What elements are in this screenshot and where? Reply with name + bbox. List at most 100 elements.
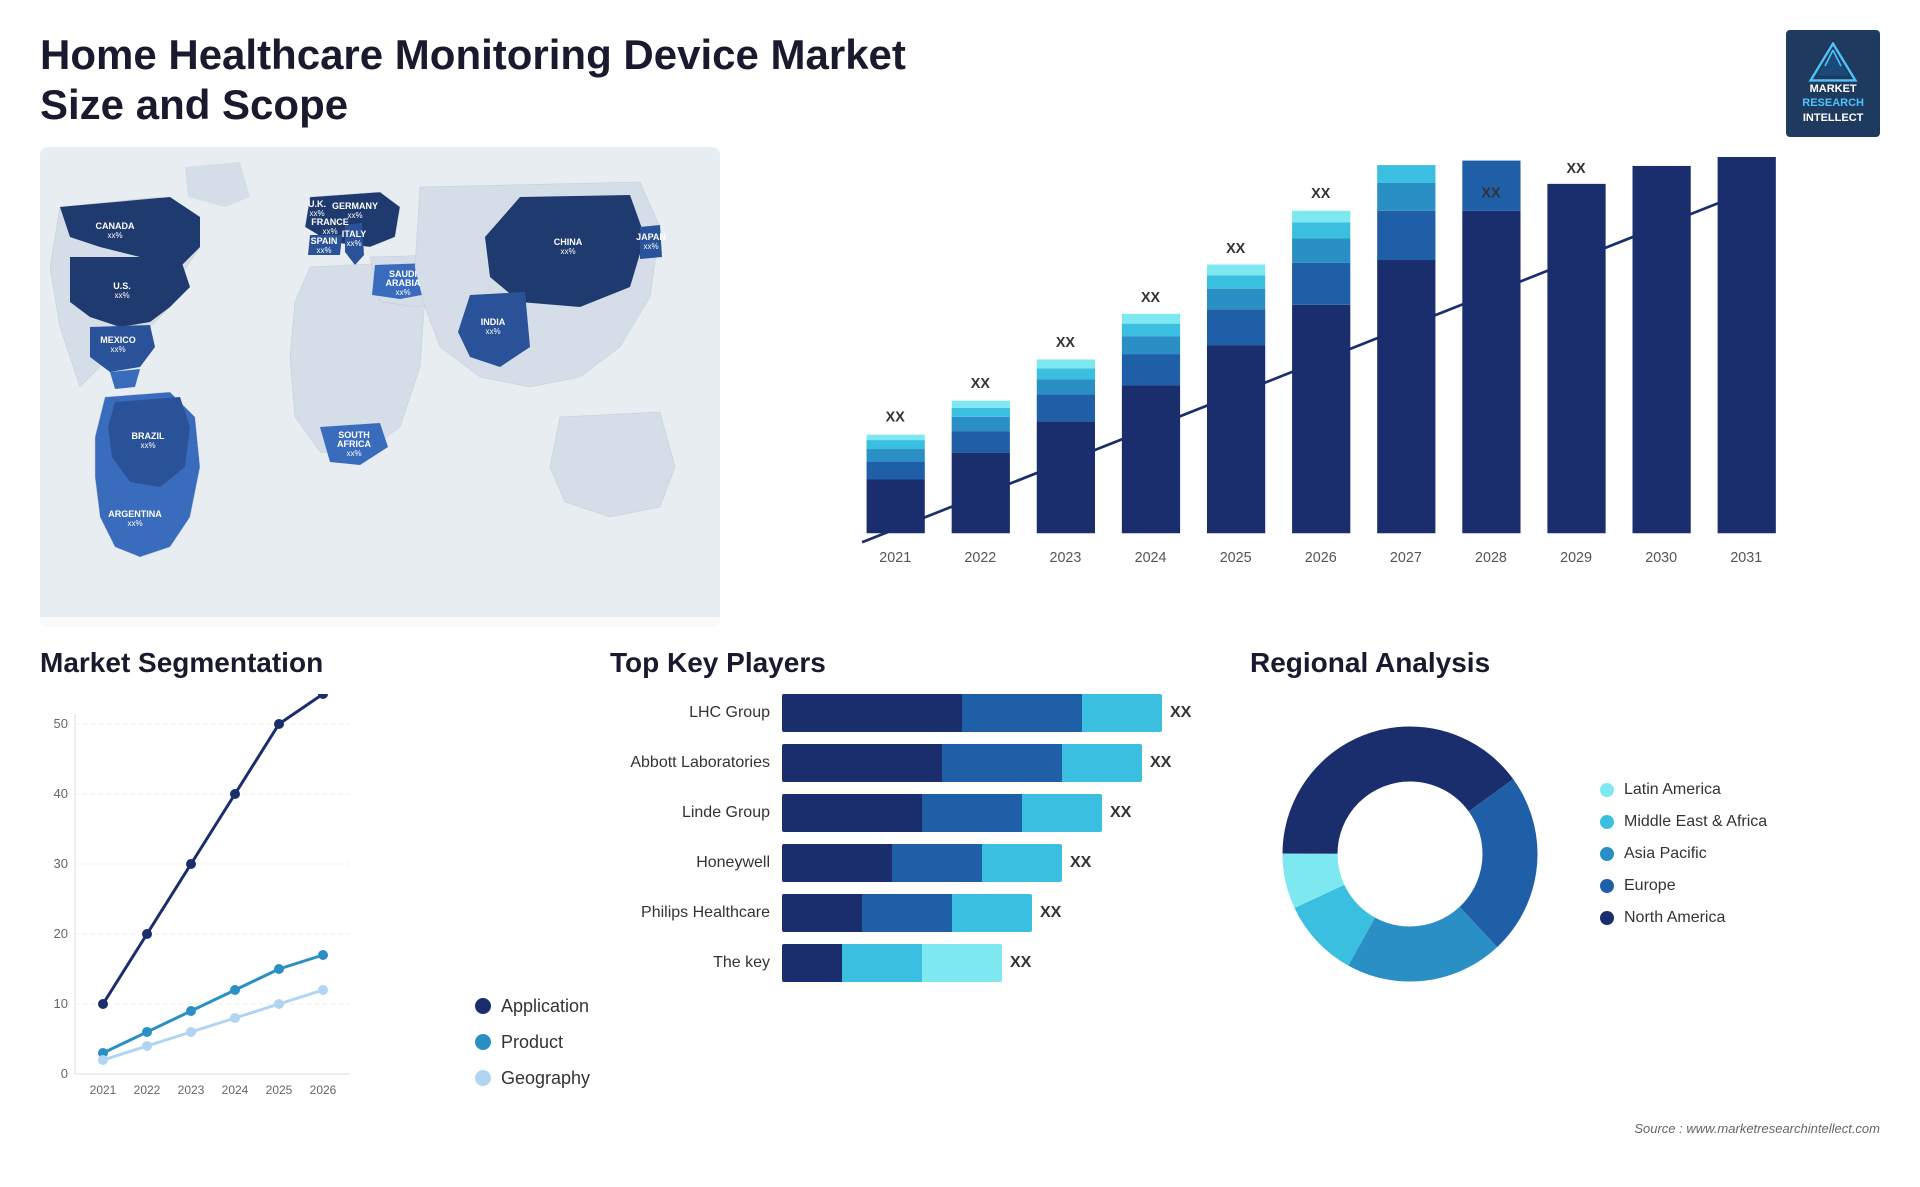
player-name: Honeywell	[610, 854, 770, 872]
bottom-content: Market Segmentation 0 10 20	[0, 627, 1920, 1187]
svg-text:2025: 2025	[1220, 550, 1252, 566]
svg-text:xx%: xx%	[643, 242, 658, 251]
legend-product-label: Product	[501, 1032, 563, 1053]
player-bar-wrapper: XX	[782, 744, 1230, 782]
svg-text:10: 10	[54, 996, 68, 1011]
svg-text:xx%: xx%	[127, 519, 142, 528]
svg-text:30: 30	[54, 856, 68, 871]
svg-text:XX: XX	[1056, 335, 1076, 351]
page-title: Home Healthcare Monitoring Device Market…	[40, 30, 940, 131]
player-name: LHC Group	[610, 704, 770, 722]
svg-text:2026: 2026	[310, 1083, 337, 1097]
legend-item-northamerica: North America	[1600, 909, 1767, 927]
svg-text:xx%: xx%	[346, 449, 361, 458]
legend-product-dot	[475, 1034, 491, 1050]
bar-chart-section: XX XX XX XX	[740, 147, 1880, 627]
logo-box: MARKET RESEARCH INTELLECT	[1786, 30, 1880, 137]
table-row: Philips Healthcare XX	[610, 894, 1230, 932]
table-row: Linde Group XX	[610, 794, 1230, 832]
svg-text:2025: 2025	[266, 1083, 293, 1097]
svg-text:xx%: xx%	[322, 227, 337, 236]
legend-europe-label: Europe	[1624, 877, 1676, 895]
legend-application-dot	[475, 998, 491, 1014]
table-row: LHC Group XX	[610, 694, 1230, 732]
svg-text:2024: 2024	[222, 1083, 249, 1097]
svg-text:FRANCE: FRANCE	[311, 217, 349, 227]
table-row: Honeywell XX	[610, 844, 1230, 882]
legend-geography: Geography	[475, 1068, 590, 1089]
svg-text:xx%: xx%	[560, 247, 575, 256]
player-bar-container: LHC Group XX Abbott Laboratories	[610, 694, 1230, 982]
player-value: XX	[1170, 704, 1191, 722]
svg-text:2023: 2023	[1050, 550, 1082, 566]
svg-text:JAPAN: JAPAN	[636, 232, 666, 242]
player-bar	[782, 844, 1062, 882]
svg-text:40: 40	[54, 786, 68, 801]
player-bar	[782, 944, 1002, 982]
legend-latin-dot	[1600, 783, 1614, 797]
table-row: Abbott Laboratories XX	[610, 744, 1230, 782]
svg-text:xx%: xx%	[316, 246, 331, 255]
legend-mea-dot	[1600, 815, 1614, 829]
player-value: XX	[1150, 754, 1171, 772]
svg-text:2031: 2031	[1730, 550, 1762, 566]
player-bar-wrapper: XX	[782, 694, 1230, 732]
svg-text:50: 50	[54, 716, 68, 731]
player-name: Linde Group	[610, 804, 770, 822]
player-value: XX	[1040, 904, 1061, 922]
svg-text:xx%: xx%	[395, 288, 410, 297]
logo-text: MARKET RESEARCH INTELLECT	[1802, 82, 1864, 125]
segmentation-section: Market Segmentation 0 10 20	[40, 647, 590, 1177]
svg-text:2030: 2030	[1645, 550, 1677, 566]
svg-text:ARGENTINA: ARGENTINA	[108, 509, 162, 519]
svg-text:2022: 2022	[134, 1083, 161, 1097]
legend-application-label: Application	[501, 996, 589, 1017]
svg-text:XX: XX	[1311, 186, 1331, 202]
svg-text:2026: 2026	[1305, 550, 1337, 566]
legend-item-latin: Latin America	[1600, 781, 1767, 799]
svg-text:20: 20	[54, 926, 68, 941]
players-title: Top Key Players	[610, 647, 1230, 679]
player-bar-wrapper: XX	[782, 894, 1230, 932]
world-map-svg: CANADA xx% U.S. xx% MEXICO xx% BRAZIL xx…	[40, 147, 720, 617]
player-bar	[782, 894, 1032, 932]
regional-section: Regional Analysis	[1250, 647, 1880, 1177]
svg-text:2027: 2027	[1390, 550, 1422, 566]
donut-container: Latin America Middle East & Africa Asia …	[1250, 694, 1880, 1014]
svg-text:xx%: xx%	[346, 239, 361, 248]
svg-text:2022: 2022	[964, 550, 996, 566]
player-value: XX	[1070, 854, 1091, 872]
svg-text:0: 0	[61, 1066, 68, 1081]
player-bar-wrapper: XX	[782, 844, 1230, 882]
logo-icon	[1808, 42, 1858, 82]
legend-apac-label: Asia Pacific	[1624, 845, 1707, 863]
svg-text:2021: 2021	[90, 1083, 117, 1097]
seg-legend: Application Product Geography	[475, 996, 590, 1119]
segmentation-content: 0 10 20 30 40 50 2021 2022 2023 2024 202…	[40, 694, 590, 1119]
legend-application: Application	[475, 996, 590, 1017]
players-section: Top Key Players LHC Group XX Abbott Labo…	[610, 647, 1230, 1177]
svg-text:CANADA: CANADA	[96, 221, 135, 231]
svg-text:2021: 2021	[879, 550, 911, 566]
svg-text:2024: 2024	[1135, 550, 1167, 566]
svg-text:ARABIA: ARABIA	[386, 278, 421, 288]
player-bar-wrapper: XX	[782, 794, 1230, 832]
svg-text:2023: 2023	[178, 1083, 205, 1097]
svg-text:XX: XX	[1481, 185, 1501, 201]
legend-mea-label: Middle East & Africa	[1624, 813, 1767, 831]
legend-northamerica-label: North America	[1624, 909, 1725, 927]
regional-title: Regional Analysis	[1250, 647, 1880, 679]
svg-text:GERMANY: GERMANY	[332, 201, 378, 211]
header: Home Healthcare Monitoring Device Market…	[0, 0, 1920, 147]
svg-text:U.K.: U.K.	[308, 199, 326, 209]
main-content: CANADA xx% U.S. xx% MEXICO xx% BRAZIL xx…	[0, 147, 1920, 627]
svg-text:xx%: xx%	[347, 211, 362, 220]
svg-text:XX: XX	[1141, 290, 1161, 306]
svg-text:INDIA: INDIA	[481, 317, 506, 327]
legend-geography-label: Geography	[501, 1068, 590, 1089]
segmentation-title: Market Segmentation	[40, 647, 590, 679]
svg-text:xx%: xx%	[140, 441, 155, 450]
bar-chart-svg: XX XX XX XX	[760, 157, 1860, 587]
player-name: The key	[610, 954, 770, 972]
legend-item-apac: Asia Pacific	[1600, 845, 1767, 863]
